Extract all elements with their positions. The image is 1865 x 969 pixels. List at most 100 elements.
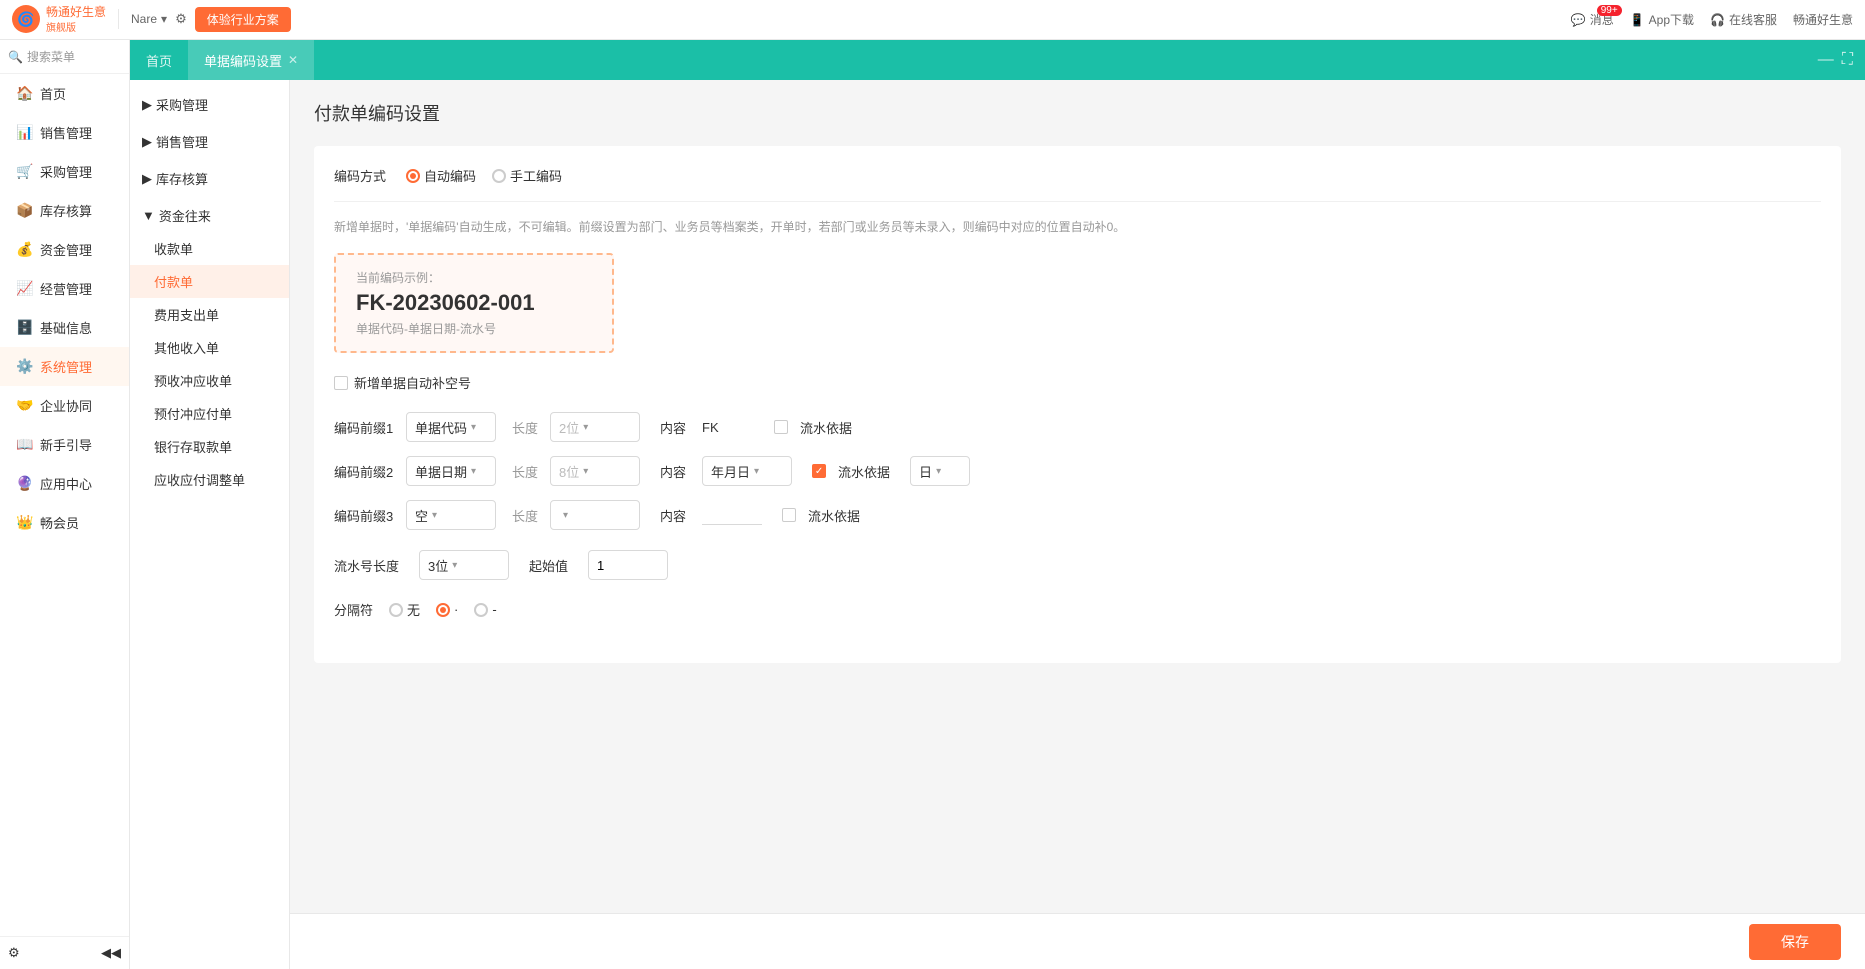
online-service-action[interactable]: 🎧 在线客服 [1710,11,1777,28]
row2-serial-checkbox[interactable]: ✓ [812,464,826,478]
row1-serial-checkbox[interactable] [774,420,788,434]
sidebar-item-member[interactable]: 👑 畅会员 [0,503,129,542]
row2-serial-label: 流水依据 [838,462,890,481]
left-sidebar: 🔍 搜索菜单 🏠 首页 📊 销售管理 🛒 采购管理 📦 库存核算 💰 [0,40,130,969]
top-header: 🌀 畅通好生意 旗舰版 Nare ▾ ⚙ 体验行业方案 💬 消息 99+ 📱 A… [0,0,1865,40]
settings-footer-icon[interactable]: ⚙ [8,945,20,961]
tab-close-icon[interactable]: ✕ [288,53,298,67]
chevron-down-icon: ▾ [471,422,476,433]
separator-dash-radio[interactable] [474,603,488,617]
group-item-adjustment[interactable]: 应收应付调整单 [130,463,289,496]
phone-icon: 📱 [1630,13,1645,27]
group-sales: ▶ 销售管理 [130,125,289,158]
separator-none-radio[interactable] [389,603,403,617]
group-capital-header[interactable]: ▼ 资金往来 [130,199,289,232]
sidebar-item-apps[interactable]: 🔮 应用中心 [0,464,129,503]
tab-encoding-settings[interactable]: 单据编码设置 ✕ [188,40,314,80]
sidebar-item-label: 基础信息 [40,318,92,337]
manual-code-option[interactable]: 手工编码 [492,166,562,185]
group-item-advance-pay[interactable]: 预付冲应付单 [130,397,289,430]
row1-prefix-value: 单据代码 [415,418,467,437]
group-inventory-label: 库存核算 [156,169,208,188]
sidebar-item-guide[interactable]: 📖 新手引导 [0,425,129,464]
separator-dash-option[interactable]: - [474,602,496,617]
row2-length-select[interactable]: 8位 ▾ [550,456,640,486]
chevron-down-icon: ▾ [936,466,941,477]
group-purchase-header[interactable]: ▶ 采购管理 [130,88,289,121]
info-text: 新增单据时，'单据编码'自动生成，不可编辑。前缀设置为部门、业务员等档案类，开单… [334,218,1821,237]
sidebar-item-base[interactable]: 🗄️ 基础信息 [0,308,129,347]
row1-prefix-select[interactable]: 单据代码 ▾ [406,412,496,442]
sidebar-item-operation[interactable]: 📈 经营管理 [0,269,129,308]
sidebar-item-sales[interactable]: 📊 销售管理 [0,113,129,152]
auto-code-radio[interactable] [406,169,420,183]
base-icon: 🗄️ [16,319,32,336]
group-item-bank[interactable]: 银行存取款单 [130,430,289,463]
tab-expand-icon[interactable]: ⛶ [1842,51,1853,69]
collapse-icon[interactable]: ◀◀ [101,945,121,961]
row1-content-label: 内容 [660,418,686,437]
group-item-payment[interactable]: 付款单 [130,265,289,298]
config-row-2: 编码前缀2 单据日期 ▾ 长度 8位 ▾ 内容 [334,456,1821,486]
sidebar-item-finance[interactable]: 💰 资金管理 [0,230,129,269]
main-layout: 🔍 搜索菜单 🏠 首页 📊 销售管理 🛒 采购管理 📦 库存核算 💰 [0,40,1865,969]
group-item-expense[interactable]: 费用支出单 [130,298,289,331]
tab-home[interactable]: 首页 [130,40,188,80]
manual-code-radio[interactable] [492,169,506,183]
row1-serial-label: 流水依据 [800,418,852,437]
chevron-down-icon: ▾ [452,560,457,571]
code-preview-label: 当前编码示例： [356,269,592,286]
header-left: 🌀 畅通好生意 旗舰版 Nare ▾ ⚙ 体验行业方案 [12,5,291,34]
sidebar-item-inventory[interactable]: 📦 库存核算 [0,191,129,230]
group-item-other-income[interactable]: 其他收入单 [130,331,289,364]
group-arrow-icon: ▶ [142,134,152,150]
sidebar-item-label: 经营管理 [40,279,92,298]
purchase-icon: 🛒 [16,163,32,180]
tab-bar-actions: — ⛶ [1818,51,1865,69]
group-sales-header[interactable]: ▶ 销售管理 [130,125,289,158]
sidebar-item-purchase[interactable]: 🛒 采购管理 [0,152,129,191]
search-label: 搜索菜单 [27,48,75,65]
serial-length-select[interactable]: 3位 ▾ [419,550,509,580]
company-selector[interactable]: Nare ▾ [131,12,167,26]
app-download-action[interactable]: 📱 App下载 [1630,11,1694,28]
auto-code-option[interactable]: 自动编码 [406,166,476,185]
group-capital: ▼ 资金往来 收款单 付款单 费用支出单 [130,199,289,496]
sidebar-item-enterprise[interactable]: 🤝 企业协同 [0,386,129,425]
message-action[interactable]: 💬 消息 99+ [1571,11,1614,28]
sidebar-item-home[interactable]: 🏠 首页 [0,74,129,113]
row3-length-select[interactable]: ▾ [550,500,640,530]
save-button[interactable]: 保存 [1749,924,1841,960]
home-icon: 🏠 [16,85,32,102]
separator-dot-label: · [454,602,458,617]
separator-dot-radio[interactable] [436,603,450,617]
row2-content-select[interactable]: 年月日 ▾ [702,456,792,486]
serial-start-input[interactable] [588,550,668,580]
inventory-icon: 📦 [16,202,32,219]
sidebar-item-system[interactable]: ⚙️ 系统管理 [0,347,129,386]
row3-serial-checkbox[interactable] [782,508,796,522]
row2-prefix-select[interactable]: 单据日期 ▾ [406,456,496,486]
row1-length-select[interactable]: 2位 ▾ [550,412,640,442]
auto-fill-checkbox[interactable] [334,376,348,390]
group-item-receipt[interactable]: 收款单 [130,232,289,265]
logo-icon: 🌀 [12,5,40,33]
chevron-down-icon: ▾ [432,510,437,521]
company-name: Nare [131,12,157,26]
row3-prefix-select[interactable]: 空 ▾ [406,500,496,530]
separator-none-option[interactable]: 无 [389,600,420,619]
group-inventory-header[interactable]: ▶ 库存核算 [130,162,289,195]
separator-dot-option[interactable]: · [436,602,458,617]
config-row-3: 编码前缀3 空 ▾ 长度 ▾ 内容 [334,500,1821,530]
sidebar-search[interactable]: 🔍 搜索菜单 [0,40,129,74]
code-preview-box: 当前编码示例： FK-20230602-001 单据代码-单据日期-流水号 [334,253,614,353]
row2-serial-unit-select[interactable]: 日 ▾ [910,456,970,486]
tab-home-label: 首页 [146,51,172,70]
code-preview-desc: 单据代码-单据日期-流水号 [356,320,592,337]
tab-minimize-icon[interactable]: — [1818,51,1834,69]
group-item-advance-recv[interactable]: 预收冲应收单 [130,364,289,397]
sidebar-item-label: 系统管理 [40,357,92,376]
trial-button[interactable]: 体验行业方案 [195,7,291,32]
settings-icon[interactable]: ⚙ [175,11,187,27]
separator-dash-label: - [492,602,496,617]
